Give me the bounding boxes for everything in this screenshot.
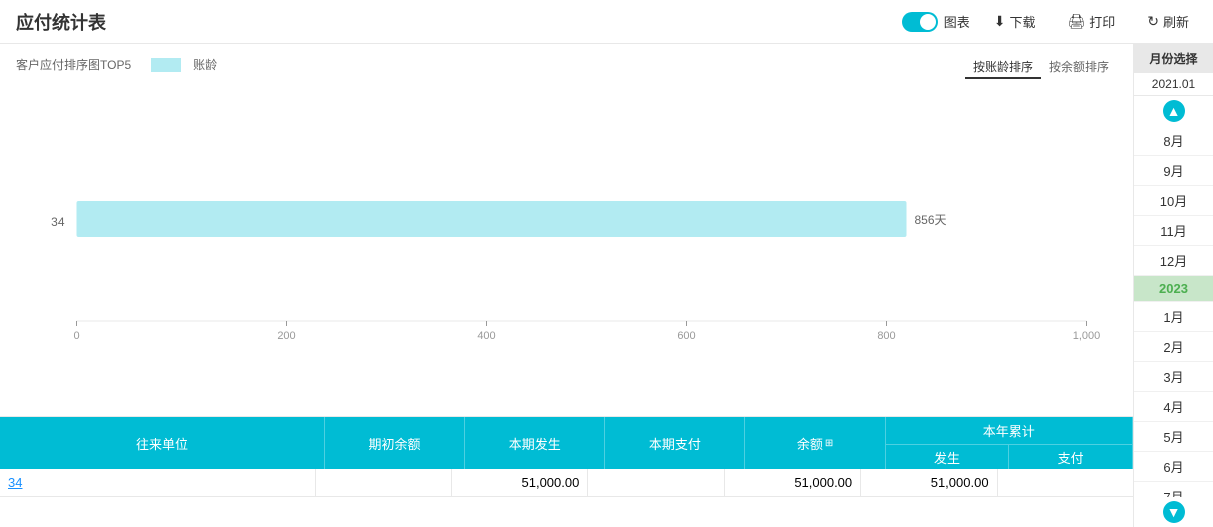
sidebar-month-9[interactable]: 9月: [1134, 156, 1213, 186]
main-content: 客户应付排序图TOP5 账龄 按账龄排序 按余额排序 34: [0, 44, 1213, 527]
table-header: 往来单位 期初余额 本期发生 本期支付 余额 ⊞ 本年累计 发生 支付: [0, 417, 1133, 469]
svg-text:200: 200: [277, 330, 295, 342]
td-ytd-occur: 51,000.00: [861, 469, 997, 496]
chart-sort-buttons: 按账龄排序 按余额排序: [965, 56, 1117, 79]
sidebar-month-7[interactable]: 7月: [1134, 482, 1213, 497]
table-row: 34 51,000.00 51,000.00 51,000.00: [0, 469, 1133, 497]
refresh-icon: ↻: [1147, 13, 1159, 30]
th-ytd-label: 本年累计: [886, 417, 1132, 445]
sort-by-age-button[interactable]: 按账龄排序: [965, 56, 1041, 79]
download-button[interactable]: ⬇ 下载: [986, 8, 1044, 35]
chart-toggle[interactable]: [902, 12, 938, 32]
sidebar-arrow-icon: [1133, 44, 1134, 52]
chart-toggle-label: 图表: [944, 12, 970, 31]
th-ytd-group: 本年累计 发生 支付: [886, 417, 1133, 469]
th-ytd-sub: 发生 支付: [886, 445, 1132, 469]
app-header: 应付统计表 图表 ⬇ 下载 🖨 打印 ↻ 刷新: [0, 0, 1213, 44]
chart-legend-title: 客户应付排序图TOP5: [16, 56, 131, 73]
table-section: 往来单位 期初余额 本期发生 本期支付 余额 ⊞ 本年累计 发生 支付: [0, 417, 1133, 527]
sidebar-down-nav[interactable]: ▼: [1134, 497, 1213, 527]
sidebar-month-11[interactable]: 11月: [1134, 216, 1213, 246]
page-title: 应付统计表: [16, 9, 106, 35]
balance-icon: ⊞: [825, 438, 833, 449]
sidebar-month-8[interactable]: 8月: [1134, 126, 1213, 156]
sidebar-month-5[interactable]: 5月: [1134, 422, 1213, 452]
sidebar-month-6[interactable]: 6月: [1134, 452, 1213, 482]
sidebar-up-nav[interactable]: ▲: [1134, 96, 1213, 126]
svg-text:400: 400: [477, 330, 495, 342]
th-opening: 期初余额: [325, 417, 465, 469]
sidebar-month-1[interactable]: 1月: [1134, 302, 1213, 332]
sidebar-month-3[interactable]: 3月: [1134, 362, 1213, 392]
print-button[interactable]: 🖨 打印: [1059, 8, 1123, 35]
svg-text:856天: 856天: [915, 213, 947, 227]
th-current: 本期发生: [465, 417, 605, 469]
refresh-label: 刷新: [1163, 12, 1189, 31]
print-label: 打印: [1089, 12, 1115, 31]
td-opening: [316, 469, 452, 496]
chevron-down-icon[interactable]: ▼: [1163, 501, 1185, 523]
legend-box: [151, 58, 181, 72]
sidebar-month-12[interactable]: 12月: [1134, 246, 1213, 276]
download-label: 下载: [1009, 12, 1035, 31]
chart-section: 客户应付排序图TOP5 账龄 按账龄排序 按余额排序 34: [0, 44, 1133, 417]
chart-area: 34 856天 0: [16, 81, 1117, 361]
sidebar-year-input[interactable]: [1134, 73, 1213, 96]
download-icon: ⬇: [994, 13, 1006, 30]
svg-text:1,000: 1,000: [1073, 330, 1101, 342]
print-icon: 🖨: [1067, 13, 1085, 30]
svg-text:34: 34: [51, 215, 65, 229]
sidebar: 月份选择 ▲ 8月 9月 10月 11月 12月 2023 1月 2月 3月 4…: [1133, 44, 1213, 527]
sidebar-month-2[interactable]: 2月: [1134, 332, 1213, 362]
th-ytd-pay: 支付: [1009, 445, 1132, 469]
svg-text:800: 800: [877, 330, 895, 342]
sidebar-header: 月份选择: [1134, 44, 1213, 73]
sidebar-month-4[interactable]: 4月: [1134, 392, 1213, 422]
header-actions: 图表 ⬇ 下载 🖨 打印 ↻ 刷新: [902, 8, 1197, 35]
chevron-up-icon[interactable]: ▲: [1163, 100, 1185, 122]
svg-text:600: 600: [677, 330, 695, 342]
th-payment: 本期支付: [605, 417, 745, 469]
chart-table-area: 客户应付排序图TOP5 账龄 按账龄排序 按余额排序 34: [0, 44, 1133, 527]
sidebar-month-10[interactable]: 10月: [1134, 186, 1213, 216]
th-ytd-occur: 发生: [886, 445, 1010, 469]
sidebar-year-2023[interactable]: 2023: [1134, 276, 1213, 302]
chart-legend: 客户应付排序图TOP5 账龄: [16, 56, 1117, 73]
th-balance: 余额 ⊞: [745, 417, 885, 469]
td-ytd-pay: [998, 469, 1133, 496]
th-unit: 往来单位: [0, 417, 325, 469]
td-payment: [588, 469, 724, 496]
chart-toggle-group: 图表: [902, 12, 970, 32]
td-current: 51,000.00: [452, 469, 588, 496]
td-balance: 51,000.00: [725, 469, 861, 496]
sidebar-month-list: 8月 9月 10月 11月 12月 2023 1月 2月 3月 4月 5月 6月…: [1134, 126, 1213, 497]
sort-by-balance-button[interactable]: 按余额排序: [1041, 56, 1117, 79]
chart-svg: 34 856天 0: [16, 81, 1117, 361]
td-unit[interactable]: 34: [0, 469, 316, 496]
refresh-button[interactable]: ↻ 刷新: [1139, 8, 1197, 35]
svg-text:0: 0: [73, 330, 79, 342]
legend-box-label: 账龄: [193, 56, 217, 73]
